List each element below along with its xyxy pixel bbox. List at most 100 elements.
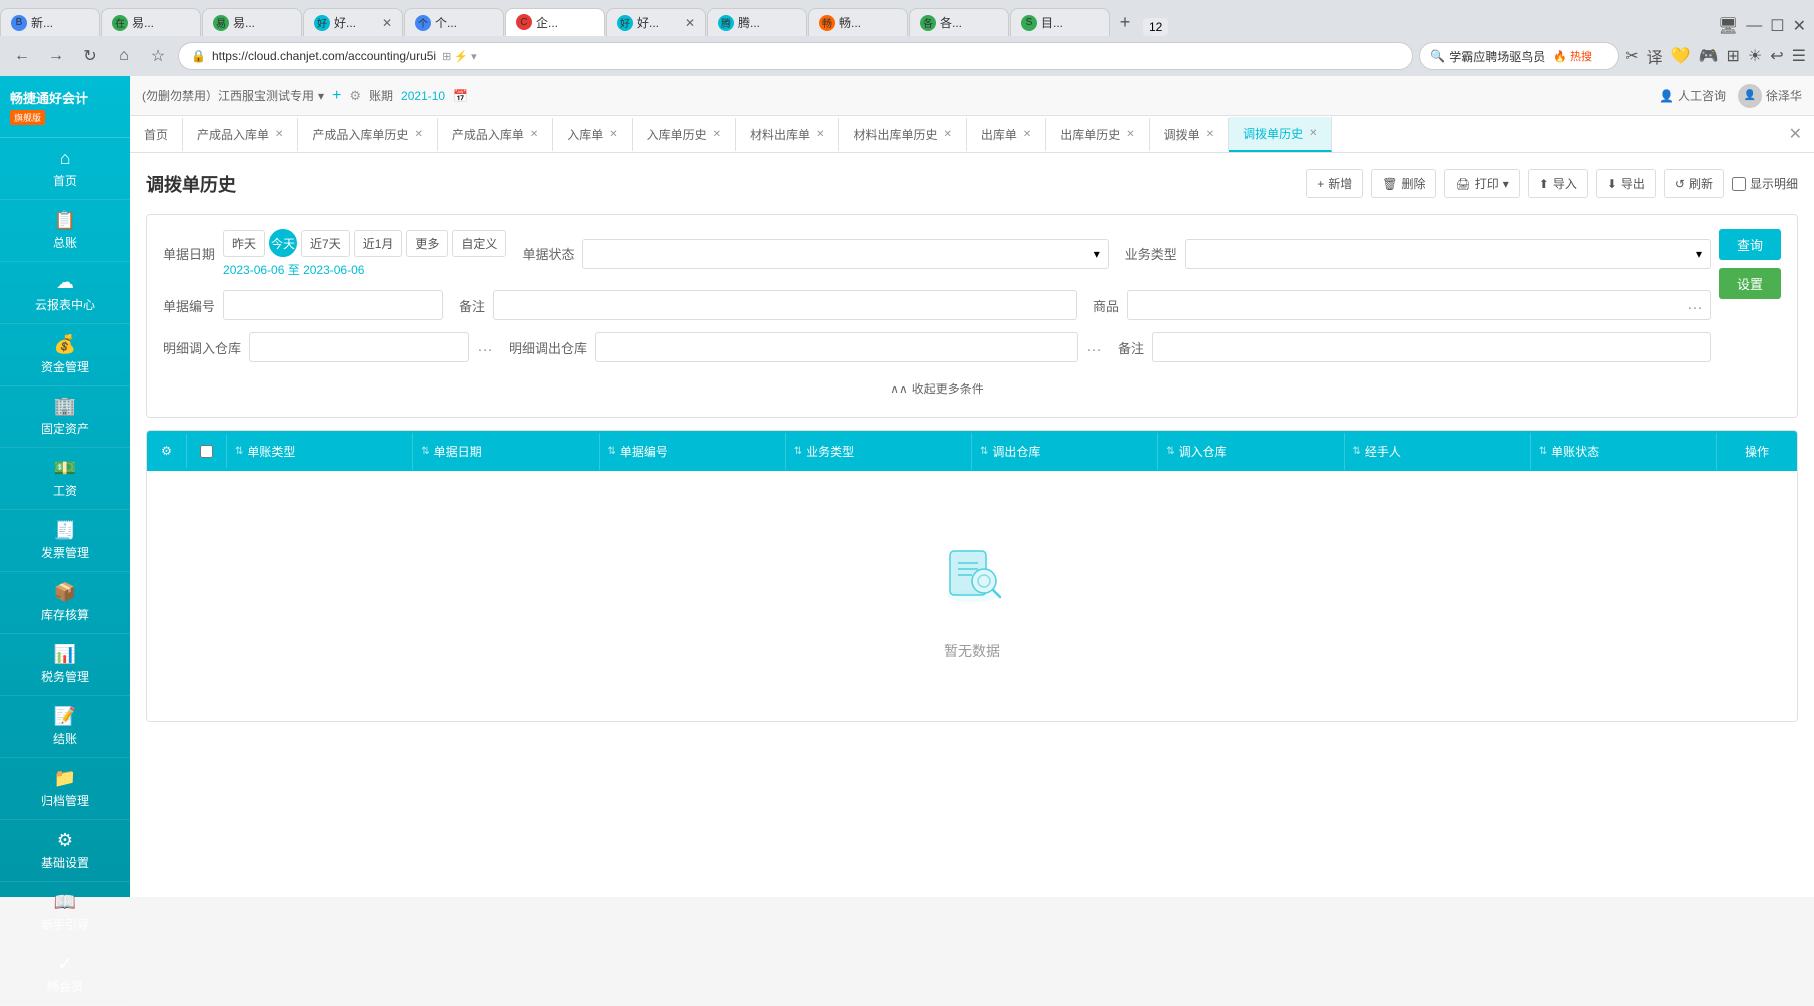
browser-tab-10[interactable]: 各 各... — [909, 8, 1009, 36]
tab-count[interactable]: 12 — [1143, 18, 1168, 36]
th-check[interactable] — [187, 435, 227, 468]
browser-tab-8[interactable]: 腾 腾... — [707, 8, 807, 36]
back-button[interactable]: ← — [8, 42, 36, 70]
home-button[interactable]: ⌂ — [110, 42, 138, 70]
sidebar-item-invoice[interactable]: 🧾 发票管理 — [0, 510, 130, 572]
user-info[interactable]: 👤 徐泽华 — [1738, 84, 1802, 108]
new-tab-button[interactable]: + — [1111, 8, 1139, 36]
history-icon[interactable]: ↩ — [1770, 46, 1783, 66]
page-tab-material-out[interactable]: 材料出库单 ✕ — [736, 118, 839, 151]
page-tab-out-order-hist[interactable]: 出库单历史 ✕ — [1046, 118, 1149, 151]
th-doc-no[interactable]: ⇅ 单据编号 — [600, 433, 786, 470]
menu-icon[interactable]: ☰ — [1792, 46, 1806, 66]
sidebar-item-settings[interactable]: ⚙ 基础设置 — [0, 820, 130, 882]
sidebar-item-assets[interactable]: 🏢 固定资产 — [0, 386, 130, 448]
page-tab-transfer[interactable]: 调拨单 ✕ — [1150, 118, 1229, 151]
th-biz-type[interactable]: ⇅ 业务类型 — [786, 433, 972, 470]
date-btn-1month[interactable]: 近1月 — [354, 230, 403, 257]
th-doc-type[interactable]: ⇅ 单账类型 — [227, 433, 413, 470]
th-doc-status[interactable]: ⇅ 单账状态 — [1531, 433, 1717, 470]
wallet-icon[interactable]: 💛 — [1671, 46, 1691, 66]
reload-button[interactable]: ↻ — [76, 42, 104, 70]
browser-tab-3[interactable]: 易 易... — [202, 8, 302, 36]
page-tab-in-order-hist-close[interactable]: ✕ — [713, 129, 721, 140]
scissors-icon[interactable]: ✂ — [1625, 46, 1638, 66]
date-btn-7days[interactable]: 近7天 — [301, 230, 350, 257]
import-button[interactable]: ⬆ 导入 — [1528, 169, 1588, 198]
add-company-button[interactable]: + — [332, 87, 341, 105]
window-icon[interactable]: 🖥 — [1718, 16, 1738, 36]
page-tab-transfer-hist[interactable]: 调拨单历史 ✕ — [1229, 117, 1332, 152]
print-dropdown-icon[interactable]: ▾ — [1503, 177, 1509, 191]
forward-button[interactable]: → — [42, 42, 70, 70]
goods-more-icon[interactable]: … — [1687, 296, 1703, 314]
page-tab-product-in2-close[interactable]: ✕ — [530, 129, 538, 140]
th-handler[interactable]: ⇅ 经手人 — [1345, 433, 1531, 470]
date-btn-more[interactable]: 更多 — [406, 230, 448, 257]
tab-close-4[interactable]: ✕ — [382, 16, 392, 30]
minimize-button[interactable]: — — [1746, 17, 1762, 35]
sidebar-item-closing[interactable]: 📝 结账 — [0, 696, 130, 758]
sidebar-item-funds[interactable]: 💰 资金管理 — [0, 324, 130, 386]
browser-tab-5[interactable]: 个 个... — [404, 8, 504, 36]
browser-tab-7[interactable]: 好 好... ✕ — [606, 8, 706, 36]
select-all-checkbox[interactable] — [200, 445, 213, 458]
show-all-toggle[interactable]: 显示明细 — [1732, 175, 1798, 192]
date-btn-today[interactable]: 今天 — [269, 229, 297, 257]
sidebar-item-guide[interactable]: 📖 新手引导 — [0, 882, 130, 944]
biz-type-select[interactable]: ▾ — [1185, 239, 1711, 269]
goods-input[interactable] — [1127, 290, 1711, 320]
page-tab-in-order-close[interactable]: ✕ — [609, 129, 617, 140]
page-tab-product-in-hist-close[interactable]: ✕ — [414, 129, 422, 140]
browser-tab-6[interactable]: C 企... — [505, 8, 605, 36]
search-button[interactable]: 查询 — [1719, 229, 1781, 260]
browser-tab-9[interactable]: 畅 畅... — [808, 8, 908, 36]
sidebar-item-reports[interactable]: ☁ 云报表中心 — [0, 262, 130, 324]
delete-button[interactable]: 🗑 删除 — [1371, 169, 1436, 198]
page-tab-transfer-hist-close[interactable]: ✕ — [1309, 128, 1317, 139]
page-tab-out-order[interactable]: 出库单 ✕ — [967, 118, 1046, 151]
detail-remark-input[interactable] — [1152, 332, 1711, 362]
th-out-warehouse[interactable]: ⇅ 调出仓库 — [972, 433, 1158, 470]
doc-no-input[interactable] — [223, 290, 443, 320]
new-button[interactable]: + 新增 — [1306, 169, 1363, 198]
page-tab-home[interactable]: 首页 — [130, 118, 183, 151]
dropdown-icon[interactable]: ⊞ ⚡ ▾ — [442, 50, 477, 63]
grid-icon[interactable]: ⊞ — [1727, 46, 1740, 66]
page-tab-material-out-close[interactable]: ✕ — [816, 129, 824, 140]
company-settings-icon[interactable]: ⚙ — [349, 88, 361, 104]
close-button[interactable]: ✕ — [1793, 16, 1806, 36]
refresh-button[interactable]: ↺ 刷新 — [1664, 169, 1724, 198]
date-btn-yesterday[interactable]: 昨天 — [223, 230, 265, 257]
maximize-button[interactable]: ☐ — [1770, 16, 1784, 36]
sidebar-item-tax[interactable]: 📊 税务管理 — [0, 634, 130, 696]
sidebar-item-inventory[interactable]: 📦 库存核算 — [0, 572, 130, 634]
page-tab-product-in-hist[interactable]: 产成品入库单历史 ✕ — [298, 118, 437, 151]
page-tab-material-out-hist-close[interactable]: ✕ — [943, 129, 951, 140]
detail-out-input[interactable] — [595, 332, 1078, 362]
browser-tab-1[interactable]: B 新... — [0, 8, 100, 36]
page-tab-transfer-close[interactable]: ✕ — [1206, 129, 1214, 140]
bookmark-button[interactable]: ☆ — [144, 42, 172, 70]
company-selector[interactable]: (勿删勿禁用）江西服宝测试专用 ▾ — [142, 87, 324, 104]
browser-tab-2[interactable]: 在 易... — [101, 8, 201, 36]
detail-in-input[interactable] — [249, 332, 469, 362]
detail-in-more-icon[interactable]: … — [477, 338, 493, 356]
page-tab-product-in-close[interactable]: ✕ — [275, 129, 283, 140]
th-gear[interactable]: ⚙ — [147, 434, 187, 468]
translate-icon[interactable]: 译 — [1647, 44, 1663, 68]
page-tab-material-out-hist[interactable]: 材料出库单历史 ✕ — [839, 118, 966, 151]
sidebar-item-wages[interactable]: 💵 工资 — [0, 448, 130, 510]
service-button[interactable]: 👤 人工咨询 — [1659, 87, 1726, 104]
browser-tab-4[interactable]: 好 好... ✕ — [303, 8, 403, 36]
page-tab-out-order-close[interactable]: ✕ — [1023, 129, 1031, 140]
game-icon[interactable]: 🎮 — [1699, 46, 1719, 66]
sidebar-item-ledger[interactable]: 📋 总账 — [0, 200, 130, 262]
period-selector[interactable]: 账期 2021-10 📅 — [369, 87, 468, 104]
print-button[interactable]: 🖨 打印 ▾ — [1444, 169, 1519, 198]
page-tab-in-order[interactable]: 入库单 ✕ — [553, 118, 632, 151]
page-tab-out-order-hist-close[interactable]: ✕ — [1126, 129, 1134, 140]
tab-close-7[interactable]: ✕ — [685, 16, 695, 30]
page-tab-product-in2[interactable]: 产成品入库单 ✕ — [438, 118, 553, 151]
export-button[interactable]: ⬇ 导出 — [1596, 169, 1656, 198]
